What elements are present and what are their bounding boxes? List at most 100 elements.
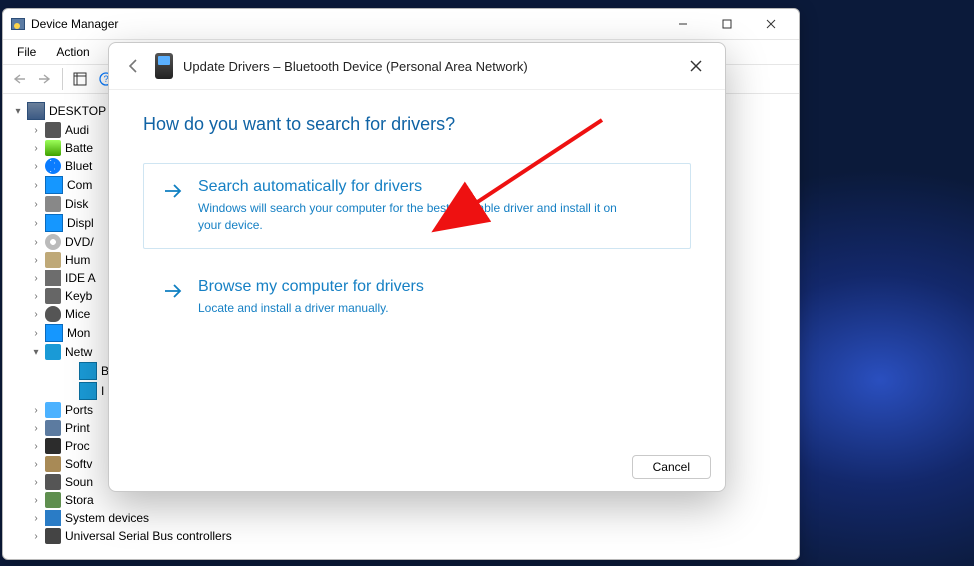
chevron-icon[interactable]: › [29,441,43,452]
tree-item-sys[interactable]: › System devices [9,509,793,527]
arrow-right-icon [162,280,184,317]
chevron-icon[interactable]: › [29,531,43,542]
dialog-close-button[interactable] [679,51,713,81]
menu-action[interactable]: Action [46,42,99,62]
chevron-icon[interactable]: ▾ [29,347,43,358]
device-category-icon [45,510,61,526]
device-category-icon [45,214,63,232]
maximize-button[interactable] [705,10,749,38]
device-category-icon [45,474,61,490]
device-category-icon [45,492,61,508]
chevron-icon[interactable]: › [29,405,43,416]
tree-item-usb[interactable]: › Universal Serial Bus controllers [9,527,793,545]
dialog-heading: How do you want to search for drivers? [143,114,691,135]
tree-item-label: Softv [65,457,92,471]
tree-item-label: Hum [65,253,90,267]
tree-item-label: Stora [65,493,94,507]
app-icon [9,16,25,32]
toolbar-back-icon[interactable] [7,67,31,91]
device-category-icon [45,288,61,304]
tree-item-label: Mon [67,326,90,340]
chevron-icon[interactable]: › [29,459,43,470]
chevron-icon[interactable]: › [29,180,43,191]
chevron-icon[interactable]: › [29,125,43,136]
tree-item-label: Ports [65,403,93,417]
tree-item-label: Universal Serial Bus controllers [65,529,232,543]
device-category-icon [45,140,61,156]
tree-item-label: Disk [65,197,88,211]
tree-item-label: Proc [65,439,90,453]
option-search-automatically[interactable]: Search automatically for drivers Windows… [143,163,691,249]
tree-item-label: Com [67,178,92,192]
device-category-icon [45,402,61,418]
cancel-button[interactable]: Cancel [632,455,711,479]
device-category-icon [45,420,61,436]
device-category-icon [45,158,61,174]
window-title: Device Manager [31,17,118,31]
computer-icon [27,102,45,120]
tree-item-label: Keyb [65,289,92,303]
toolbar-properties-icon[interactable] [68,67,92,91]
tree-item-label: I [101,384,104,398]
chevron-icon[interactable]: › [29,143,43,154]
device-category-icon [45,438,61,454]
tree-item-label: Displ [67,216,94,230]
device-category-icon [45,196,61,212]
chevron-down-icon[interactable]: ▾ [11,106,25,117]
option-browse-computer[interactable]: Browse my computer for drivers Locate an… [143,263,691,332]
tree-item-label: DVD/ [65,235,94,249]
arrow-right-icon [162,180,184,234]
device-category-icon [45,270,61,286]
minimize-button[interactable] [661,10,705,38]
chevron-icon[interactable]: › [29,218,43,229]
titlebar: Device Manager [3,9,799,40]
tree-item-stor[interactable]: › Stora [9,491,793,509]
chevron-icon[interactable]: › [29,161,43,172]
close-button[interactable] [749,10,793,38]
update-drivers-dialog: Update Drivers – Bluetooth Device (Perso… [108,42,726,492]
device-category-icon [45,344,61,360]
chevron-icon[interactable]: › [29,423,43,434]
option-title: Browse my computer for drivers [198,278,424,296]
chevron-icon[interactable]: › [29,309,43,320]
tree-item-label: Audi [65,123,89,137]
tree-item-label: Bluet [65,159,92,173]
option-description: Windows will search your computer for th… [198,200,618,234]
chevron-icon[interactable]: › [29,273,43,284]
tree-item-label: Batte [65,141,93,155]
toolbar-separator [62,68,63,90]
dialog-title: Update Drivers – Bluetooth Device (Perso… [183,59,528,74]
chevron-icon[interactable]: › [29,291,43,302]
tree-item-label: IDE A [65,271,96,285]
dialog-back-button[interactable] [121,53,147,79]
menu-file[interactable]: File [7,42,46,62]
tree-item-label: Soun [65,475,93,489]
device-icon [79,382,97,400]
dialog-header: Update Drivers – Bluetooth Device (Perso… [109,43,725,90]
device-category-icon [45,252,61,268]
device-category-icon [45,324,63,342]
tree-item-label: Print [65,421,90,435]
device-icon [79,362,97,380]
tree-item-label: Mice [65,307,90,321]
chevron-icon[interactable]: › [29,477,43,488]
device-category-icon [45,306,61,322]
chevron-icon[interactable]: › [29,255,43,266]
toolbar-forward-icon[interactable] [33,67,57,91]
tree-item-label: System devices [65,511,149,525]
device-category-icon [45,528,61,544]
device-icon [155,53,173,79]
device-category-icon [45,122,61,138]
chevron-icon[interactable]: › [29,495,43,506]
option-title: Search automatically for drivers [198,178,618,196]
device-category-icon [45,234,61,250]
device-category-icon [45,456,61,472]
chevron-icon[interactable]: › [29,513,43,524]
chevron-icon[interactable]: › [29,328,43,339]
chevron-icon[interactable]: › [29,199,43,210]
device-category-icon [45,176,63,194]
tree-item-label: Netw [65,345,92,359]
chevron-icon[interactable]: › [29,237,43,248]
tree-root-label: DESKTOP [49,104,106,118]
option-description: Locate and install a driver manually. [198,300,424,317]
